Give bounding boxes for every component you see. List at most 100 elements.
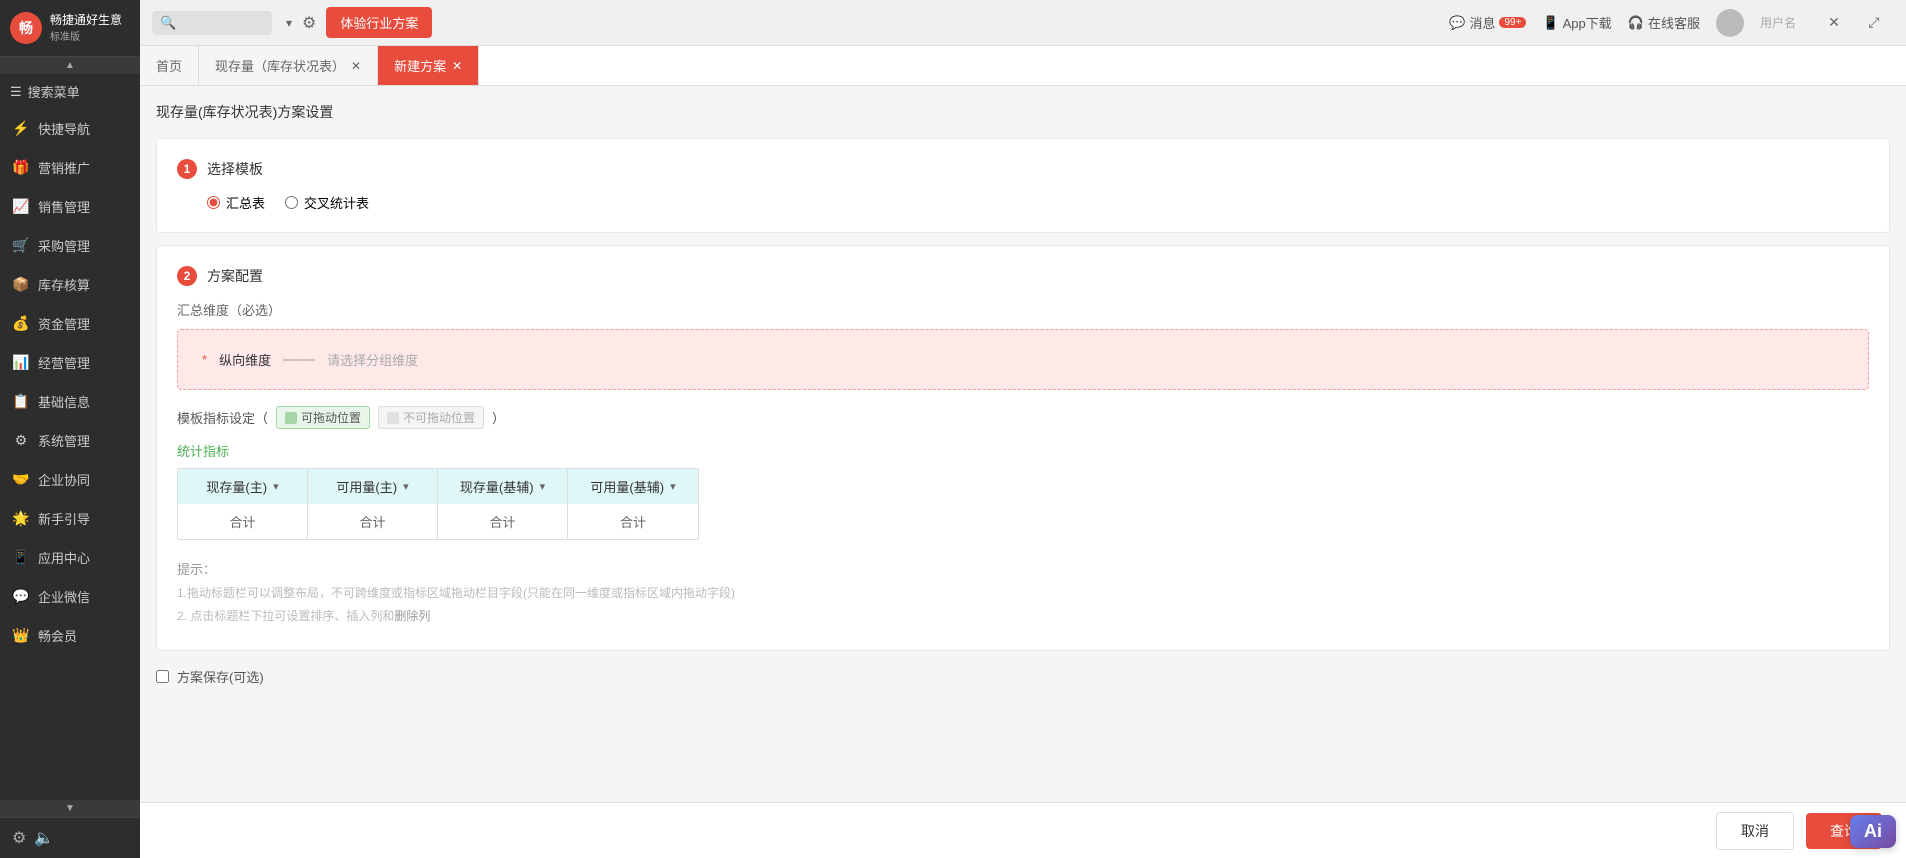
stats-col-body-3: 合计 bbox=[438, 504, 568, 539]
indicator-settings: 模板指标设定（ 可拖动位置 不可拖动位置 ） bbox=[177, 406, 1869, 429]
sidebar-item-member[interactable]: 👑 畅会员 bbox=[0, 616, 140, 655]
step1-card: 1 选择模板 汇总表 交叉统计表 bbox=[156, 138, 1890, 233]
search-input[interactable] bbox=[182, 16, 242, 30]
sidebar-item-label: 经营管理 bbox=[38, 353, 90, 372]
app-name: 畅捷通好生意 bbox=[50, 13, 122, 29]
sidebar-item-purchase[interactable]: 🛒 采购管理 bbox=[0, 226, 140, 265]
purchase-icon: 🛒 bbox=[12, 237, 30, 255]
sidebar-item-operation[interactable]: 📊 经营管理 bbox=[0, 343, 140, 382]
step2-header: 2 方案配置 bbox=[177, 266, 1869, 286]
stats-col-label-2: 可用量(主) bbox=[336, 477, 397, 496]
messages-badge: 99+ bbox=[1499, 17, 1526, 28]
sidebar-item-quick-nav[interactable]: ⚡ 快捷导航 bbox=[0, 109, 140, 148]
template-cross-option[interactable]: 交叉统计表 bbox=[285, 193, 369, 212]
template-cross-label: 交叉统计表 bbox=[304, 193, 369, 212]
stats-col-header-4[interactable]: 可用量(基辅) ▾ bbox=[568, 469, 698, 504]
stats-col-label-3: 现存量(基辅) bbox=[460, 477, 534, 496]
trial-industry-button[interactable]: 体验行业方案 bbox=[326, 7, 432, 38]
settings-icon[interactable]: ⚙ bbox=[12, 828, 26, 848]
sidebar-scroll-up[interactable]: ▲ bbox=[0, 57, 140, 74]
sidebar-search[interactable]: ☰ 搜索菜单 bbox=[0, 74, 140, 109]
sidebar-item-inventory[interactable]: 📦 库存核算 bbox=[0, 265, 140, 304]
stats-col-dropdown-3[interactable]: ▾ bbox=[540, 480, 546, 493]
sidebar-item-label: 应用中心 bbox=[38, 548, 90, 567]
step2-number: 2 bbox=[177, 266, 197, 286]
quick-nav-icon: ⚡ bbox=[12, 120, 30, 138]
tab-home[interactable]: 首页 bbox=[140, 46, 199, 85]
sidebar-item-finance[interactable]: 💰 资金管理 bbox=[0, 304, 140, 343]
sidebar-item-enterprise[interactable]: 🤝 企业协同 bbox=[0, 460, 140, 499]
dimension-box[interactable]: * 纵向维度 —— 请选择分组维度 bbox=[177, 329, 1869, 390]
sidebar-item-basic[interactable]: 📋 基础信息 bbox=[0, 382, 140, 421]
logo-icon: 畅 bbox=[10, 12, 42, 44]
speaker-icon[interactable]: 🔈 bbox=[34, 828, 54, 848]
tab-inventory-close-icon[interactable]: ✕ bbox=[351, 59, 361, 73]
sales-icon: 📈 bbox=[12, 198, 30, 216]
operation-icon: 📊 bbox=[12, 354, 30, 372]
app-download-button[interactable]: 📱 App下载 bbox=[1542, 13, 1611, 32]
tab-inventory-status[interactable]: 现存量（库存状况表） ✕ bbox=[199, 46, 378, 85]
template-cross-radio[interactable] bbox=[285, 196, 298, 209]
stats-col-body-1: 合计 bbox=[178, 504, 308, 539]
bottom-bar: 取消 查询 bbox=[140, 802, 1906, 858]
user-avatar[interactable] bbox=[1716, 9, 1744, 37]
header-search-box[interactable]: 🔍 bbox=[152, 11, 272, 35]
sidebar-item-marketing[interactable]: 🎁 营销推广 bbox=[0, 148, 140, 187]
stats-col-label-1: 现存量(主) bbox=[206, 477, 267, 496]
tab-bar: 首页 现存量（库存状况表） ✕ 新建方案 ✕ bbox=[140, 46, 1906, 86]
marketing-icon: 🎁 bbox=[12, 159, 30, 177]
username-label: 用户名 bbox=[1760, 14, 1796, 31]
stats-section: 统计指标 现存量(主) ▾ 可用量(主) ▾ 现存量(基辅) bbox=[177, 441, 1869, 543]
search-icon: 🔍 bbox=[160, 15, 176, 31]
ai-badge[interactable]: Ai bbox=[1850, 815, 1896, 848]
newbie-icon: 🌟 bbox=[12, 510, 30, 528]
tab-new-scheme-close-icon[interactable]: ✕ bbox=[452, 59, 462, 73]
sidebar-item-newbie[interactable]: 🌟 新手引导 bbox=[0, 499, 140, 538]
tab-new-scheme-label: 新建方案 bbox=[394, 56, 446, 75]
stats-col-dropdown-4[interactable]: ▾ bbox=[670, 480, 676, 493]
window-close-button[interactable]: ✕ bbox=[1814, 3, 1854, 43]
sidebar-bottom: ⚙ 🔈 bbox=[0, 817, 140, 858]
step2-card: 2 方案配置 汇总维度（必选） * 纵向维度 —— 请选择分组维度 模板指标设定… bbox=[156, 245, 1890, 651]
sidebar-item-sales[interactable]: 📈 销售管理 bbox=[0, 187, 140, 226]
step1-header: 1 选择模板 bbox=[177, 159, 1869, 179]
sidebar-scroll-down[interactable]: ▼ bbox=[0, 800, 140, 817]
sidebar-item-label: 快捷导航 bbox=[38, 119, 90, 138]
required-star: * bbox=[202, 352, 207, 367]
template-summary-radio[interactable] bbox=[207, 196, 220, 209]
stats-col-header-1[interactable]: 现存量(主) ▾ bbox=[178, 469, 308, 504]
stats-col-dropdown-2[interactable]: ▾ bbox=[403, 480, 409, 493]
draggable-badge: 可拖动位置 bbox=[276, 406, 370, 429]
non-draggable-badge: 不可拖动位置 bbox=[378, 406, 484, 429]
indicators-close: ） bbox=[492, 408, 505, 427]
online-service-label: 在线客服 bbox=[1648, 13, 1700, 32]
sidebar-item-wechat[interactable]: 💬 企业微信 bbox=[0, 577, 140, 616]
sidebar-item-label: 采购管理 bbox=[38, 236, 90, 255]
sidebar-item-system[interactable]: ⚙ 系统管理 bbox=[0, 421, 140, 460]
header-dropdown-icon[interactable]: ▾ bbox=[286, 16, 292, 30]
header-gear-icon[interactable]: ⚙ bbox=[302, 13, 316, 33]
sidebar-item-app-center[interactable]: 📱 应用中心 bbox=[0, 538, 140, 577]
save-option-checkbox[interactable] bbox=[156, 670, 169, 683]
app-download-label: App下载 bbox=[1563, 13, 1612, 32]
cancel-button[interactable]: 取消 bbox=[1716, 812, 1794, 850]
stats-col-header-2[interactable]: 可用量(主) ▾ bbox=[308, 469, 438, 504]
stats-col-dropdown-1[interactable]: ▾ bbox=[273, 480, 279, 493]
top-header: 🔍 ▾ ⚙ 体验行业方案 💬 消息 99+ 📱 App下载 🎧 在线客服 用户名 bbox=[140, 0, 1906, 46]
dimension-section-label: 汇总维度（必选） bbox=[177, 300, 1869, 319]
sidebar-item-label: 畅会员 bbox=[38, 626, 77, 645]
online-service-button[interactable]: 🎧 在线客服 bbox=[1628, 13, 1700, 32]
messages-label: 消息 bbox=[1469, 13, 1495, 32]
tab-new-scheme[interactable]: 新建方案 ✕ bbox=[378, 46, 479, 85]
stats-col-header-3[interactable]: 现存量(基辅) ▾ bbox=[438, 469, 568, 504]
sidebar-item-label: 销售管理 bbox=[38, 197, 90, 216]
save-option-label: 方案保存(可选) bbox=[177, 667, 264, 686]
sidebar-item-label: 新手引导 bbox=[38, 509, 90, 528]
template-summary-option[interactable]: 汇总表 bbox=[207, 193, 265, 212]
messages-button[interactable]: 💬 消息 99+ bbox=[1449, 13, 1526, 32]
search-icon: ☰ bbox=[10, 84, 22, 100]
window-maximize-button[interactable]: ⤢ bbox=[1854, 3, 1894, 43]
enterprise-icon: 🤝 bbox=[12, 471, 30, 489]
stats-col-body-2: 合计 bbox=[308, 504, 438, 539]
sidebar-search-label: 搜索菜单 bbox=[28, 82, 80, 101]
